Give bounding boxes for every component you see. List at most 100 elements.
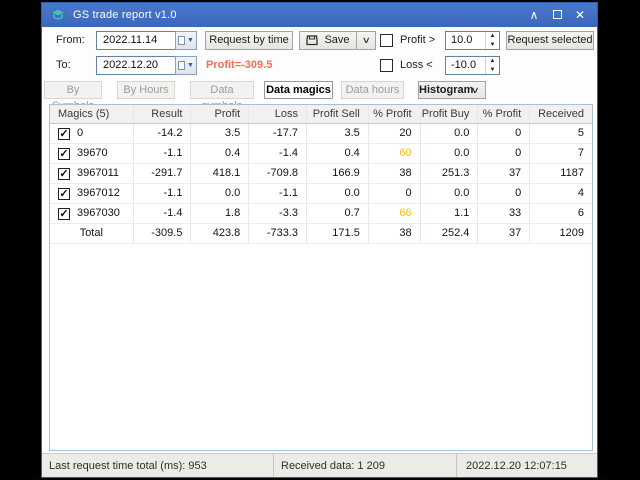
total-result: -309.5: [134, 224, 192, 243]
spinner-up-icon[interactable]: ▲: [486, 32, 499, 41]
row-checkbox[interactable]: ✓: [58, 167, 70, 180]
request-by-time-button[interactable]: Request by time: [205, 31, 293, 50]
app-icon: [50, 8, 66, 20]
loss-cell: -17.7: [249, 124, 308, 143]
to-label: To:: [56, 59, 71, 71]
col-header-profit-sell[interactable]: Profit Sell: [307, 105, 369, 123]
pct-profit-sell-cell: 0: [369, 184, 421, 203]
profit-summary-text: Profit=-309.5: [206, 59, 273, 71]
profit-cell: 0.4: [191, 144, 250, 163]
minimize-icon[interactable]: ∧: [527, 7, 541, 23]
row-checkbox[interactable]: ✓: [58, 147, 70, 160]
col-header-pct-profit-buy[interactable]: % Profit: [478, 105, 531, 123]
result-cell: -1.1: [134, 184, 192, 203]
magic-id: 39670: [77, 147, 108, 159]
received-cell: 6: [577, 207, 584, 219]
received-cell: 5: [577, 127, 584, 139]
magic-id: 3967030: [77, 207, 120, 219]
status-received-data: Received data: 1 209: [273, 454, 456, 477]
profit-cell: 3.5: [191, 124, 250, 143]
histogram-dropdown[interactable]: Histogram ∨: [418, 81, 486, 99]
pct-profit-buy-cell: 0: [478, 144, 531, 163]
profit-cell: 418.1: [191, 164, 250, 183]
total-received: 1209: [559, 227, 584, 239]
maximize-icon[interactable]: [550, 7, 564, 23]
table-row: ✓ 0 -14.2 3.5 -17.7 3.5 20 0.0 0 5: [50, 124, 592, 144]
table-row: ✓ 39670 -1.1 0.4 -1.4 0.4 60 0.0 0 7: [50, 144, 592, 164]
to-calendar-button[interactable]: ▼: [175, 56, 197, 75]
calendar-icon: [178, 61, 186, 70]
tab-data-magics[interactable]: Data magics: [264, 81, 333, 99]
magic-id: 0: [77, 127, 84, 139]
table-row: ✓ 3967030 -1.4 1.8 -3.3 0.7 66 1.1 33 6: [50, 204, 592, 224]
total-pct-profit-buy: 37: [478, 224, 531, 243]
loss-threshold-value[interactable]: -10.0: [446, 57, 485, 74]
from-calendar-button[interactable]: ▼: [175, 31, 197, 50]
profit-buy-cell: 0.0: [421, 144, 479, 163]
profit-cell: 0.0: [191, 184, 250, 203]
col-header-magics[interactable]: Magics (5): [50, 105, 134, 123]
total-label: Total: [50, 224, 134, 243]
spinner-up-icon[interactable]: ▲: [486, 57, 499, 66]
profit-buy-cell: 1.1: [421, 204, 479, 223]
row-checkbox[interactable]: ✓: [58, 207, 70, 220]
save-icon: [306, 35, 319, 46]
profit-filter-checkbox[interactable]: [380, 34, 393, 47]
loss-filter-checkbox[interactable]: [380, 59, 393, 72]
pct-profit-buy-cell: 0: [478, 184, 531, 203]
calendar-icon: [178, 36, 186, 45]
status-bar: Last request time total (ms): 953 Receiv…: [42, 453, 597, 477]
profit-buy-cell: 0.0: [421, 124, 479, 143]
save-button[interactable]: Save: [299, 31, 357, 50]
received-cell: 7: [577, 147, 584, 159]
spinner-down-icon[interactable]: ▼: [486, 41, 499, 50]
pct-profit-sell-cell: 38: [369, 164, 421, 183]
request-selected-button[interactable]: Request selected: [506, 31, 594, 50]
loss-cell: -1.4: [249, 144, 308, 163]
spinner-down-icon[interactable]: ▼: [486, 66, 499, 75]
save-dropdown-button[interactable]: ∨: [356, 31, 376, 50]
col-header-profit[interactable]: Profit: [191, 105, 250, 123]
title-bar[interactable]: GS trade report v1.0 ∧ ✕: [42, 3, 597, 27]
loss-cell: -709.8: [249, 164, 308, 183]
loss-threshold-spinner[interactable]: -10.0 ▲ ▼: [445, 56, 500, 75]
chevron-down-icon: ▼: [187, 62, 194, 69]
col-header-pct-profit-sell[interactable]: % Profit: [369, 105, 421, 123]
app-window: GS trade report v1.0 ∧ ✕ From: 2022.11.1…: [41, 2, 598, 478]
chevron-down-icon: ▼: [187, 37, 194, 44]
close-icon[interactable]: ✕: [573, 7, 587, 23]
magic-id: 3967012: [77, 187, 120, 199]
chevron-down-icon: ∨: [470, 84, 481, 95]
from-date-input[interactable]: 2022.11.14: [96, 31, 176, 50]
profit-threshold-spinner[interactable]: 10.0 ▲ ▼: [445, 31, 500, 50]
pct-profit-sell-cell: 66: [369, 204, 421, 223]
col-header-profit-buy[interactable]: Profit Buy: [421, 105, 479, 123]
row-checkbox[interactable]: ✓: [58, 187, 70, 200]
result-cell: -14.2: [134, 124, 192, 143]
pct-profit-sell-cell: 60: [369, 144, 421, 163]
to-date-input[interactable]: 2022.12.20: [96, 56, 176, 75]
col-header-received[interactable]: Received: [530, 105, 592, 123]
table-row: ✓ 3967011 -291.7 418.1 -709.8 166.9 38 25…: [50, 164, 592, 184]
loss-cell: -3.3: [249, 204, 308, 223]
tab-by-symbols[interactable]: By Symbols: [44, 81, 102, 112]
result-cell: -1.4: [134, 204, 192, 223]
result-cell: -1.1: [134, 144, 192, 163]
profit-threshold-value[interactable]: 10.0: [446, 32, 485, 49]
received-cell: 1187: [560, 167, 584, 179]
tab-by-hours[interactable]: By Hours: [117, 81, 175, 99]
profit-sell-cell: 0.4: [307, 144, 369, 163]
col-header-result[interactable]: Result: [134, 105, 192, 123]
status-last-request: Last request time total (ms): 953: [49, 459, 207, 472]
profit-buy-cell: 0.0: [421, 184, 479, 203]
tab-data-hours[interactable]: Data hours: [341, 81, 404, 99]
magic-id: 3967011: [77, 167, 120, 179]
save-button-label: Save: [324, 34, 350, 46]
profit-sell-cell: 166.9: [307, 164, 369, 183]
tab-data-symbols[interactable]: Data symbols: [190, 81, 254, 112]
col-header-loss[interactable]: Loss: [249, 105, 308, 123]
result-cell: -291.7: [134, 164, 192, 183]
profit-sell-cell: 3.5: [307, 124, 369, 143]
total-loss: -733.3: [249, 224, 308, 243]
row-checkbox[interactable]: ✓: [58, 127, 70, 140]
